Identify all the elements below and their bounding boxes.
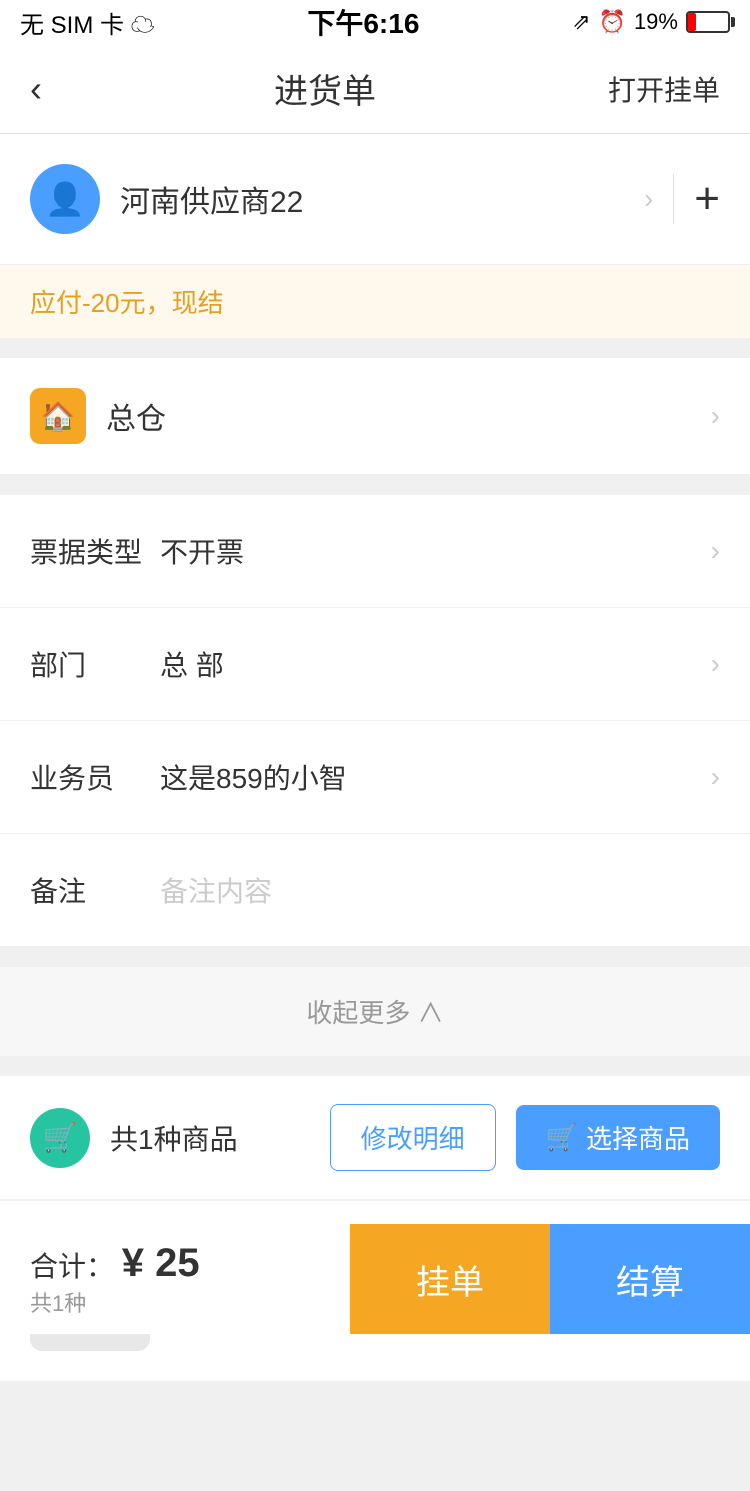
- remark-row[interactable]: 备注 备注内容: [0, 834, 750, 947]
- cart-icon: 🛒: [546, 1122, 578, 1153]
- warehouse-card: 🏠 总仓 ›: [0, 358, 750, 475]
- supplier-avatar: 👤: [30, 164, 100, 234]
- invoice-type-label: 票据类型: [30, 531, 160, 571]
- salesperson-label: 业务员: [30, 757, 160, 797]
- total-amount: ¥ 25: [122, 1241, 200, 1285]
- count-label: 共1种: [30, 1291, 86, 1316]
- avatar-icon: 👤: [45, 180, 85, 218]
- warehouse-name: 总仓: [106, 394, 701, 438]
- status-left: 无 SIM 卡 ☁: [20, 5, 155, 40]
- supplier-row[interactable]: 👤 河南供应商22 › +: [0, 134, 750, 265]
- battery-text: 19%: [634, 9, 678, 35]
- page-title: 进货单: [274, 64, 376, 113]
- salesperson-value: 这是859的小智: [160, 757, 701, 797]
- status-time: 下午6:16: [307, 2, 419, 42]
- add-button[interactable]: +: [694, 174, 720, 224]
- department-row[interactable]: 部门 总 部 ›: [0, 608, 750, 721]
- warehouse-icon: 🏠: [30, 388, 86, 444]
- invoice-type-row[interactable]: 票据类型 不开票 ›: [0, 495, 750, 608]
- total-label: 合计：: [30, 1251, 114, 1282]
- collapse-bar[interactable]: 收起更多 ∧: [0, 967, 750, 1056]
- total-row: 合计： ¥ 25: [30, 1241, 320, 1286]
- back-button[interactable]: ‹: [30, 68, 42, 110]
- checkout-button[interactable]: 结算: [550, 1224, 750, 1334]
- chevron-right-icon: ›: [644, 183, 653, 215]
- battery-icon: [686, 11, 730, 33]
- supplier-name: 河南供应商22: [120, 177, 634, 221]
- sim-status: 无 SIM 卡 ☁: [20, 5, 155, 40]
- hang-order-button[interactable]: 挂单: [350, 1224, 550, 1334]
- chevron-right-icon: ›: [711, 648, 720, 680]
- product-count-icon: 🛒: [30, 1108, 90, 1168]
- warehouse-row[interactable]: 🏠 总仓 ›: [0, 358, 750, 475]
- chevron-right-icon: ›: [711, 535, 720, 567]
- total-section: 合计： ¥ 25 共1种: [0, 1241, 350, 1318]
- total-count: 共1种: [30, 1286, 320, 1318]
- form-card: 票据类型 不开票 › 部门 总 部 › 业务员 这是859的小智 › 备注 备注…: [0, 495, 750, 947]
- open-pending-button[interactable]: 打开挂单: [608, 69, 720, 109]
- product-header: 🛒 共1种商品 修改明细 🛒 选择商品: [0, 1076, 750, 1199]
- remark-input[interactable]: 备注内容: [160, 870, 720, 910]
- edit-detail-button[interactable]: 修改明细: [330, 1104, 496, 1171]
- select-product-button[interactable]: 🛒 选择商品: [516, 1105, 720, 1170]
- supplier-card: 👤 河南供应商22 › + 应付-20元，现结: [0, 134, 750, 338]
- divider: [673, 174, 674, 224]
- invoice-type-value: 不开票: [160, 531, 701, 571]
- status-bar: 无 SIM 卡 ☁ 下午6:16 ⇗ ⏰ 19%: [0, 0, 750, 44]
- location-icon: ⇗: [572, 9, 590, 35]
- notice-bar: 应付-20元，现结: [0, 265, 750, 338]
- collapse-label: 收起更多 ∧: [306, 998, 443, 1028]
- alarm-icon: ⏰: [599, 9, 626, 35]
- bottom-bar: 合计： ¥ 25 共1种 挂单 结算: [0, 1224, 750, 1334]
- remark-label: 备注: [30, 870, 160, 910]
- salesperson-row[interactable]: 业务员 这是859的小智 ›: [0, 721, 750, 834]
- product-count-text: 共1种商品: [110, 1118, 310, 1158]
- nav-bar: ‹ 进货单 打开挂单: [0, 44, 750, 134]
- notice-text: 应付-20元，现结: [30, 288, 224, 318]
- chevron-right-icon: ›: [711, 761, 720, 793]
- department-value: 总 部: [160, 644, 701, 684]
- status-right: ⇗ ⏰ 19%: [572, 9, 730, 35]
- select-product-label: 选择商品: [586, 1119, 690, 1156]
- chevron-right-icon: ›: [711, 400, 720, 432]
- department-label: 部门: [30, 644, 160, 684]
